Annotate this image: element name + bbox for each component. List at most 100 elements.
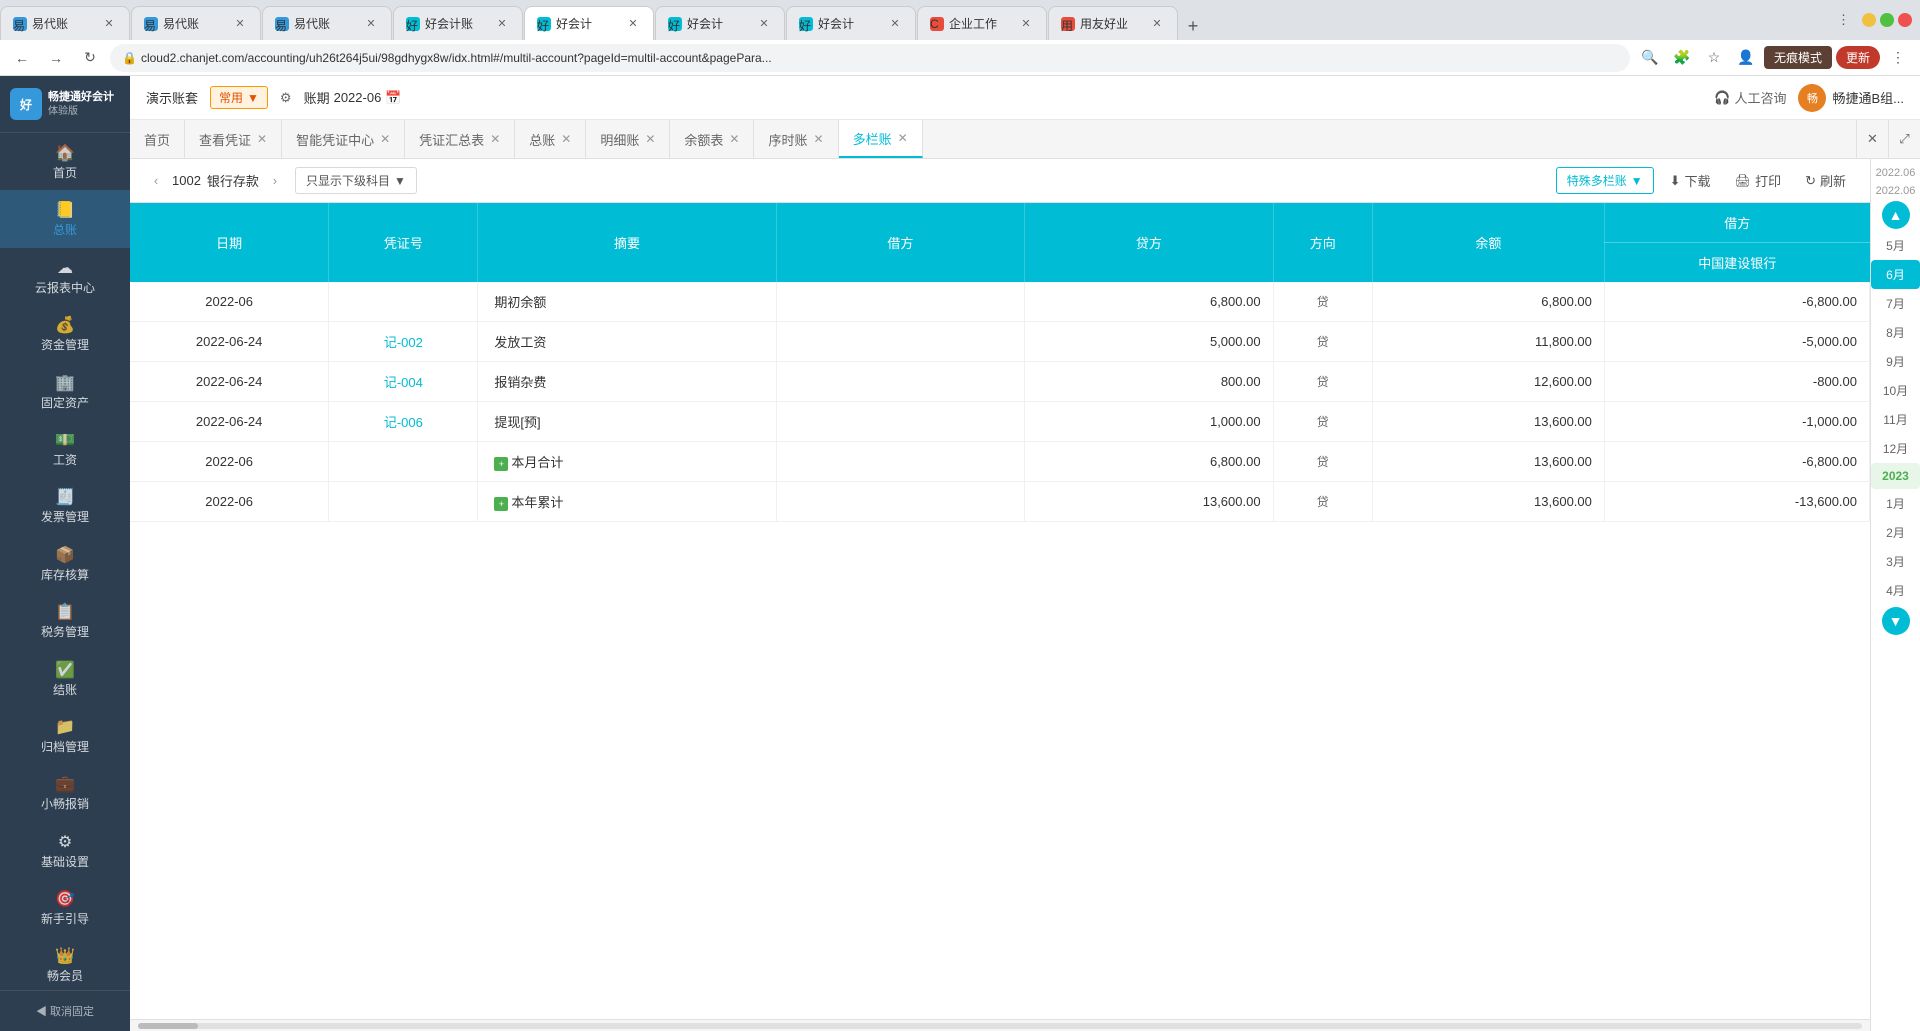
- close-button[interactable]: [1898, 13, 1912, 27]
- refresh-button[interactable]: ↻: [76, 44, 104, 72]
- calendar-icon[interactable]: 📅: [385, 90, 401, 106]
- browser-tab-3[interactable]: 好 好会计账 ✕: [393, 6, 523, 40]
- star-icon-btn[interactable]: ☆: [1700, 44, 1728, 72]
- sidebar-item-首页[interactable]: 🏠 首页: [0, 133, 130, 190]
- address-box[interactable]: 🔒 cloud2.chanjet.com/accounting/uh26t264…: [110, 44, 1630, 72]
- page-tab-多栏账[interactable]: 多栏账✕: [839, 120, 923, 158]
- refresh-button[interactable]: ↻ 刷新: [1797, 167, 1854, 194]
- sidebar-item-畅会员[interactable]: 👑 畅会员: [0, 936, 130, 990]
- month-item-2022-11月[interactable]: 11月: [1871, 405, 1920, 434]
- sidebar-item-库存核算[interactable]: 📦 库存核算: [0, 535, 130, 592]
- month-item-2022-12月[interactable]: 12月: [1871, 434, 1920, 463]
- maximize-button[interactable]: [1880, 13, 1894, 27]
- extension-icon-btn[interactable]: 🧩: [1668, 44, 1696, 72]
- prev-account-button[interactable]: ‹: [146, 171, 166, 191]
- sidebar-item-基础设置[interactable]: ⚙ 基础设置: [0, 822, 130, 879]
- sidebar-item-税务管理[interactable]: 📋 税务管理: [0, 592, 130, 649]
- sidebar-item-工资[interactable]: 💵 工资: [0, 420, 130, 477]
- page-tab-close-button[interactable]: ✕: [898, 131, 908, 145]
- month-item-2023-2月[interactable]: 2月: [1871, 518, 1920, 547]
- tab-close-button[interactable]: ✕: [363, 16, 379, 32]
- sidebar-item-资金管理[interactable]: 💰 资金管理: [0, 305, 130, 362]
- page-tab-close-button[interactable]: ✕: [729, 132, 739, 146]
- browser-tab-5[interactable]: 好 好会计 ✕: [655, 6, 785, 40]
- tab-close-button[interactable]: ✕: [494, 16, 510, 32]
- sidebar-item-归档管理[interactable]: 📁 归档管理: [0, 707, 130, 764]
- sidebar-item-固定资产[interactable]: 🏢 固定资产: [0, 363, 130, 420]
- page-tab-智能凭证中心[interactable]: 智能凭证中心✕: [282, 120, 405, 158]
- profile-icon-btn[interactable]: 👤: [1732, 44, 1760, 72]
- update-badge[interactable]: 更新: [1836, 46, 1880, 69]
- month-item-2023-3月[interactable]: 3月: [1871, 547, 1920, 576]
- browser-tab-1[interactable]: 易 易代账 ✕: [131, 6, 261, 40]
- tab-list-button[interactable]: ⋮: [1837, 12, 1850, 28]
- next-account-button[interactable]: ›: [265, 171, 285, 191]
- sidebar-item-云报表中心[interactable]: ☁ 云报表中心: [0, 248, 130, 305]
- special-multicolumn-button[interactable]: 特殊多栏账 ▼: [1556, 167, 1654, 194]
- browser-tab-2[interactable]: 易 易代账 ✕: [262, 6, 392, 40]
- month-item-2022-10月[interactable]: 10月: [1871, 376, 1920, 405]
- tabs-expand-button[interactable]: ✕: [1856, 120, 1888, 158]
- page-tab-明细账[interactable]: 明细账✕: [586, 120, 670, 158]
- scroll-thumb[interactable]: [138, 1023, 198, 1029]
- settings-icon-button[interactable]: ⚙: [280, 90, 292, 106]
- month-item-2022-8月[interactable]: 8月: [1871, 318, 1920, 347]
- print-button[interactable]: 🖨 打印: [1727, 167, 1790, 194]
- incognito-badge[interactable]: 无痕模式: [1764, 46, 1832, 69]
- scroll-down-button[interactable]: ▼: [1882, 607, 1910, 635]
- page-tab-凭证汇总表[interactable]: 凭证汇总表✕: [405, 120, 515, 158]
- sidebar-item-发票管理[interactable]: 🧾 发票管理: [0, 477, 130, 534]
- scroll-track[interactable]: [138, 1023, 1862, 1029]
- browser-tab-0[interactable]: 易 易代账 ✕: [0, 6, 130, 40]
- page-tab-close-button[interactable]: ✕: [257, 132, 267, 146]
- new-tab-button[interactable]: +: [1179, 12, 1207, 40]
- minimize-button[interactable]: [1862, 13, 1876, 27]
- page-tab-序时账[interactable]: 序时账✕: [754, 120, 838, 158]
- show-sub-accounts-button[interactable]: 只显示下级科目 ▼: [295, 167, 417, 194]
- download-button[interactable]: ⬇ 下载: [1662, 167, 1719, 194]
- sidebar-item-结账[interactable]: ✅ 结账: [0, 650, 130, 707]
- tab-close-button[interactable]: ✕: [887, 16, 903, 32]
- back-button[interactable]: ←: [8, 44, 36, 72]
- page-tab-close-button[interactable]: ✕: [814, 132, 824, 146]
- month-item-2022-5月[interactable]: 5月: [1871, 231, 1920, 260]
- consult-button[interactable]: 🎧 人工咨询: [1714, 88, 1786, 107]
- month-item-2023-4月[interactable]: 4月: [1871, 576, 1920, 605]
- menu-icon-btn[interactable]: ⋮: [1884, 44, 1912, 72]
- browser-tab-4[interactable]: 好 好会计 ✕: [524, 6, 654, 40]
- tabs-resize-button[interactable]: ⤢: [1888, 120, 1920, 158]
- bottom-scrollbar[interactable]: [130, 1019, 1870, 1031]
- page-tab-close-button[interactable]: ✕: [645, 132, 655, 146]
- sidebar-item-小畅报销[interactable]: 💼 小畅报销: [0, 764, 130, 821]
- tab-close-button[interactable]: ✕: [1018, 16, 1034, 32]
- browser-tab-6[interactable]: 好 好会计 ✕: [786, 6, 916, 40]
- month-item-2022-9月[interactable]: 9月: [1871, 347, 1920, 376]
- browser-tab-8[interactable]: 用 用友好业 ✕: [1048, 6, 1178, 40]
- user-name[interactable]: 畅捷通B组...: [1832, 88, 1904, 107]
- voucher-link[interactable]: 记-002: [384, 335, 423, 350]
- forward-button[interactable]: →: [42, 44, 70, 72]
- page-tab-close-button[interactable]: ✕: [490, 132, 500, 146]
- page-tab-close-button[interactable]: ✕: [380, 132, 390, 146]
- sidebar-item-新手引导[interactable]: 🎯 新手引导: [0, 879, 130, 936]
- page-tab-余额表[interactable]: 余额表✕: [670, 120, 754, 158]
- tab-close-button[interactable]: ✕: [756, 16, 772, 32]
- page-tab-总账[interactable]: 总账✕: [515, 120, 586, 158]
- month-item-2022-6月[interactable]: 6月: [1871, 260, 1920, 289]
- tab-close-button[interactable]: ✕: [101, 16, 117, 32]
- voucher-link[interactable]: 记-006: [384, 415, 423, 430]
- page-tab-首页[interactable]: 首页: [130, 120, 185, 158]
- tab-close-button[interactable]: ✕: [625, 16, 641, 32]
- demo-tag[interactable]: 常用 ▼: [210, 86, 268, 109]
- tab-close-button[interactable]: ✕: [232, 16, 248, 32]
- scroll-up-button[interactable]: ▲: [1882, 201, 1910, 229]
- month-item-2023-1月[interactable]: 1月: [1871, 489, 1920, 518]
- sidebar-item-总账[interactable]: 📒 总账: [0, 190, 130, 247]
- search-icon-btn[interactable]: 🔍: [1636, 44, 1664, 72]
- tab-close-button[interactable]: ✕: [1149, 16, 1165, 32]
- page-tab-close-button[interactable]: ✕: [561, 132, 571, 146]
- browser-tab-7[interactable]: C 企业工作 ✕: [917, 6, 1047, 40]
- month-item-2022-7月[interactable]: 7月: [1871, 289, 1920, 318]
- voucher-link[interactable]: 记-004: [384, 375, 423, 390]
- collapse-sidebar-button[interactable]: ◀ 取消固定: [8, 999, 122, 1023]
